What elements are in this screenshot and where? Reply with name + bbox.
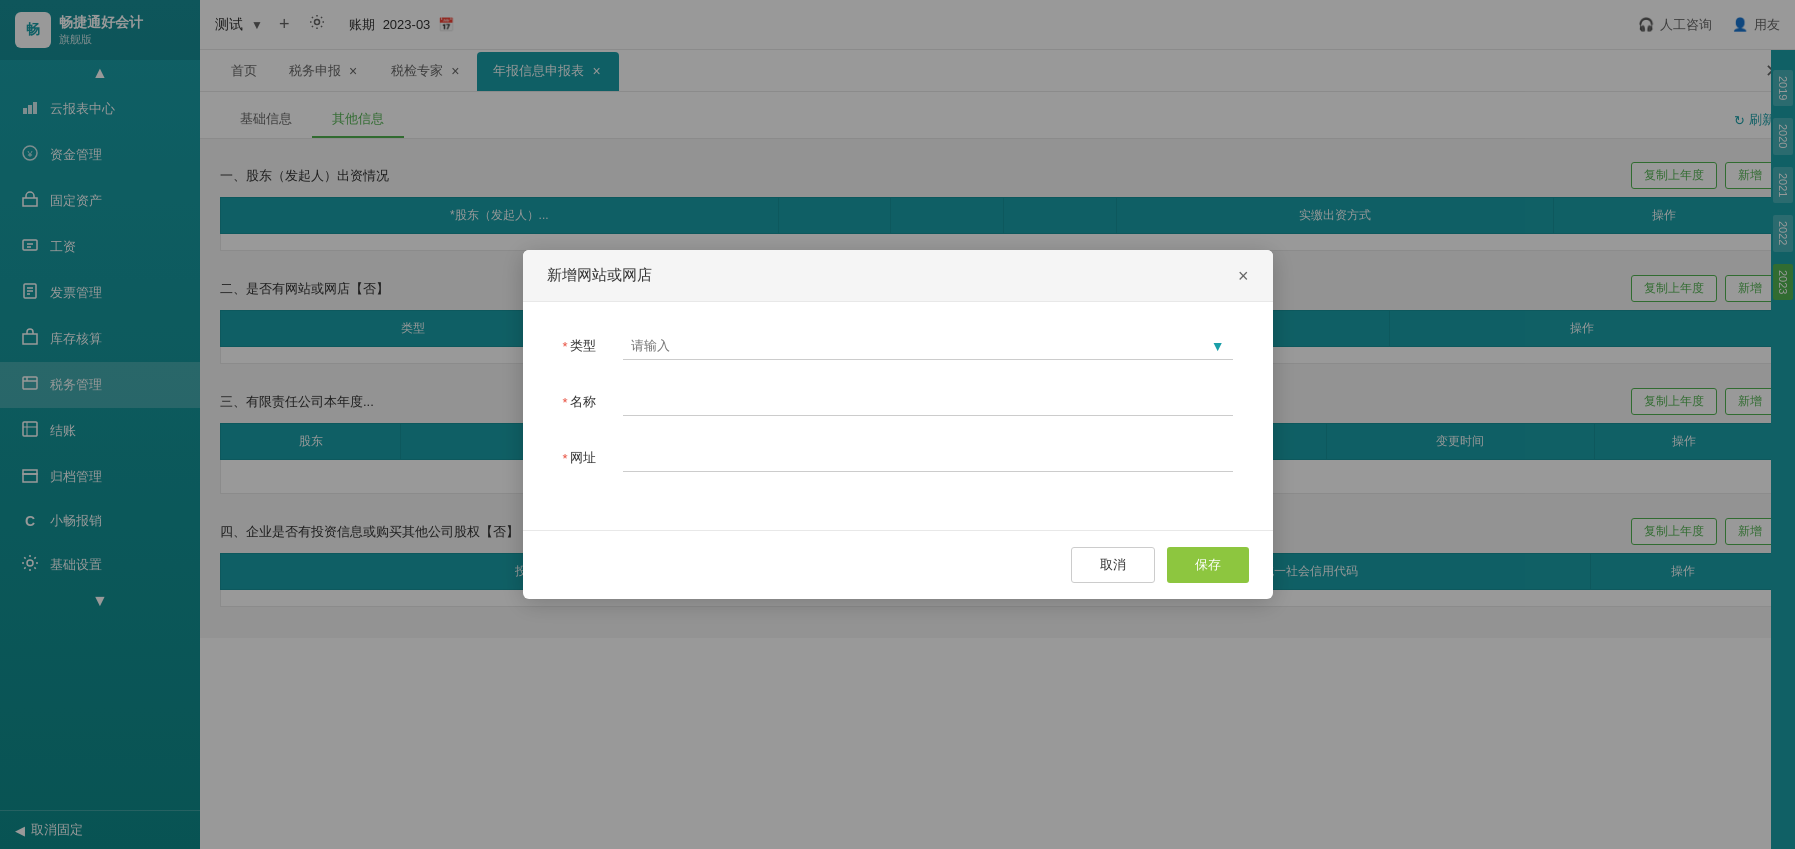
type-select-wrapper: ▼ bbox=[623, 332, 1233, 360]
save-button[interactable]: 保存 bbox=[1167, 547, 1249, 583]
type-input[interactable] bbox=[623, 332, 1233, 360]
type-label: * 类型 bbox=[563, 337, 623, 355]
modal-body: * 类型 ▼ * 名称 * 网址 bbox=[523, 302, 1273, 530]
add-website-modal: 新增网站或网店 × * 类型 ▼ * 名称 bbox=[523, 250, 1273, 599]
modal-footer: 取消 保存 bbox=[523, 530, 1273, 599]
url-input[interactable] bbox=[623, 444, 1233, 472]
modal-title: 新增网站或网店 bbox=[547, 266, 652, 285]
form-row-url: * 网址 bbox=[563, 444, 1233, 472]
name-input[interactable] bbox=[623, 388, 1233, 416]
form-row-type: * 类型 ▼ bbox=[563, 332, 1233, 360]
modal-overlay: 新增网站或网店 × * 类型 ▼ * 名称 bbox=[0, 0, 1795, 849]
url-label: * 网址 bbox=[563, 449, 623, 467]
modal-header: 新增网站或网店 × bbox=[523, 250, 1273, 302]
name-label: * 名称 bbox=[563, 393, 623, 411]
form-row-name: * 名称 bbox=[563, 388, 1233, 416]
modal-close-button[interactable]: × bbox=[1238, 267, 1249, 285]
cancel-button[interactable]: 取消 bbox=[1071, 547, 1155, 583]
